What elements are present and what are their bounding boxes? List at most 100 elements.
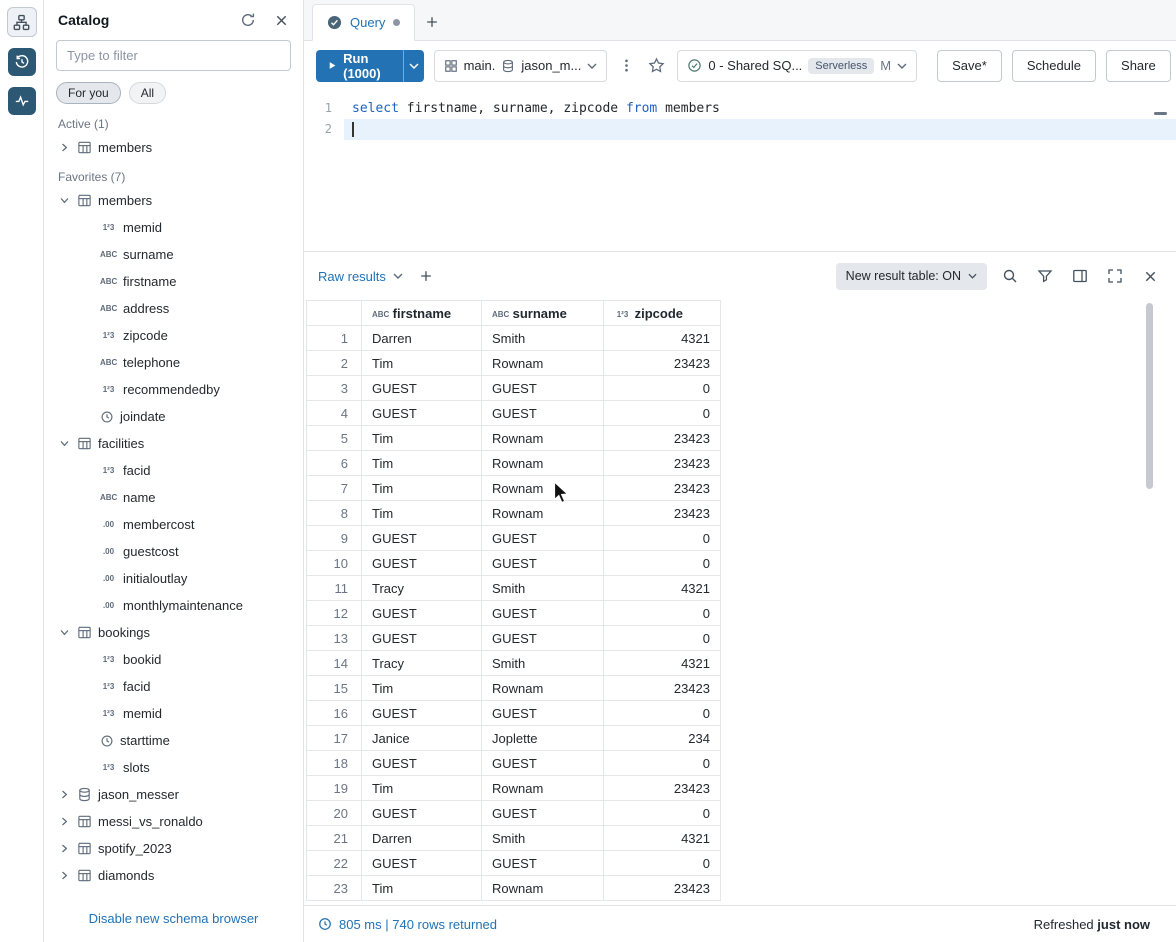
cell-firstname[interactable]: GUEST <box>362 526 482 551</box>
new-result-table-toggle[interactable]: New result table: ON <box>836 263 987 290</box>
row-number-cell[interactable]: 16 <box>307 701 362 726</box>
row-number-cell[interactable]: 6 <box>307 451 362 476</box>
chevron-right-icon[interactable] <box>58 788 71 801</box>
add-result-tab-button[interactable] <box>413 263 439 289</box>
tree-item-messi_vs_ronaldo[interactable]: messi_vs_ronaldo <box>44 808 303 835</box>
cell-firstname[interactable]: Tim <box>362 476 482 501</box>
cell-surname[interactable]: Rownam <box>482 351 604 376</box>
cell-firstname[interactable]: Tim <box>362 501 482 526</box>
tree-item-telephone[interactable]: ABCtelephone <box>44 349 303 376</box>
tree-item-initialoutlay[interactable]: .00initialoutlay <box>44 565 303 592</box>
cell-surname[interactable]: GUEST <box>482 601 604 626</box>
tree-item-memid[interactable]: 1²3memid <box>44 214 303 241</box>
cell-surname[interactable]: Rownam <box>482 676 604 701</box>
close-sidebar-button[interactable] <box>272 11 291 30</box>
cell-zipcode[interactable]: 234 <box>604 726 721 751</box>
row-number-cell[interactable]: 14 <box>307 651 362 676</box>
column-header-zipcode[interactable]: 1²3 zipcode <box>604 301 721 326</box>
row-number-cell[interactable]: 13 <box>307 626 362 651</box>
cell-surname[interactable]: Rownam <box>482 876 604 901</box>
chevron-right-icon[interactable] <box>58 842 71 855</box>
row-number-cell[interactable]: 10 <box>307 551 362 576</box>
cell-zipcode[interactable]: 23423 <box>604 876 721 901</box>
cell-firstname[interactable]: Tim <box>362 876 482 901</box>
cell-zipcode[interactable]: 0 <box>604 701 721 726</box>
cell-firstname[interactable]: GUEST <box>362 551 482 576</box>
cell-zipcode[interactable]: 0 <box>604 751 721 776</box>
cell-zipcode[interactable]: 23423 <box>604 351 721 376</box>
new-tab-button[interactable] <box>415 3 449 40</box>
row-number-cell[interactable]: 19 <box>307 776 362 801</box>
cell-surname[interactable]: GUEST <box>482 851 604 876</box>
cell-surname[interactable]: GUEST <box>482 626 604 651</box>
more-options-button[interactable] <box>617 56 636 75</box>
sql-editor[interactable]: 1 select firstname, surname, zipcode fro… <box>304 90 1176 252</box>
editor-scrollbar-thumb[interactable] <box>1154 112 1167 115</box>
pill-for-you[interactable]: For you <box>56 82 121 104</box>
cell-zipcode[interactable]: 23423 <box>604 776 721 801</box>
cell-firstname[interactable]: Darren <box>362 826 482 851</box>
tree-item-bookings[interactable]: bookings <box>44 619 303 646</box>
row-number-cell[interactable]: 20 <box>307 801 362 826</box>
tree-item-recommendedby[interactable]: 1²3recommendedby <box>44 376 303 403</box>
filter-results-button[interactable] <box>1033 264 1057 288</box>
cell-firstname[interactable]: Darren <box>362 326 482 351</box>
cell-zipcode[interactable]: 4321 <box>604 651 721 676</box>
cell-zipcode[interactable]: 23423 <box>604 501 721 526</box>
tree-item-starttime[interactable]: starttime <box>44 727 303 754</box>
row-number-cell[interactable]: 7 <box>307 476 362 501</box>
row-number-cell[interactable]: 23 <box>307 876 362 901</box>
cell-firstname[interactable]: GUEST <box>362 401 482 426</box>
cell-firstname[interactable]: Tim <box>362 776 482 801</box>
run-options-button[interactable] <box>403 50 423 82</box>
row-number-cell[interactable]: 1 <box>307 326 362 351</box>
tree-item-name[interactable]: ABCname <box>44 484 303 511</box>
cell-surname[interactable]: Rownam <box>482 426 604 451</box>
cell-firstname[interactable]: GUEST <box>362 751 482 776</box>
cell-firstname[interactable]: Janice <box>362 726 482 751</box>
chevron-right-icon[interactable] <box>58 815 71 828</box>
cell-zipcode[interactable]: 23423 <box>604 676 721 701</box>
cell-zipcode[interactable]: 0 <box>604 801 721 826</box>
row-number-cell[interactable]: 4 <box>307 401 362 426</box>
cell-zipcode[interactable]: 0 <box>604 526 721 551</box>
row-number-cell[interactable]: 3 <box>307 376 362 401</box>
cell-zipcode[interactable]: 4321 <box>604 326 721 351</box>
query-history-rail-button[interactable] <box>8 48 36 76</box>
save-button[interactable]: Save* <box>937 50 1002 82</box>
schedule-button[interactable]: Schedule <box>1012 50 1096 82</box>
cell-surname[interactable]: Smith <box>482 326 604 351</box>
catalog-schema-selector[interactable]: main. jason_m... <box>434 50 608 82</box>
results-scrollbar-thumb[interactable] <box>1146 303 1153 489</box>
cell-firstname[interactable]: GUEST <box>362 601 482 626</box>
tree-item-jason_messer[interactable]: jason_messer <box>44 781 303 808</box>
cell-firstname[interactable]: Tracy <box>362 576 482 601</box>
cell-firstname[interactable]: Tim <box>362 451 482 476</box>
row-number-cell[interactable]: 22 <box>307 851 362 876</box>
tree-item-surname[interactable]: ABCsurname <box>44 241 303 268</box>
tree-item-memid[interactable]: 1²3memid <box>44 700 303 727</box>
column-header-surname[interactable]: ABC surname <box>482 301 604 326</box>
side-panel-button[interactable] <box>1068 264 1092 288</box>
raw-results-tab[interactable]: Raw results <box>318 269 403 284</box>
cell-surname[interactable]: GUEST <box>482 701 604 726</box>
cell-firstname[interactable]: Tim <box>362 351 482 376</box>
share-button[interactable]: Share <box>1106 50 1171 82</box>
row-number-cell[interactable]: 11 <box>307 576 362 601</box>
cell-zipcode[interactable]: 0 <box>604 376 721 401</box>
cell-surname[interactable]: GUEST <box>482 401 604 426</box>
row-number-cell[interactable]: 18 <box>307 751 362 776</box>
row-number-cell[interactable]: 2 <box>307 351 362 376</box>
cell-zipcode[interactable]: 0 <box>604 851 721 876</box>
refresh-button[interactable] <box>238 10 258 30</box>
tree-item-bookid[interactable]: 1²3bookid <box>44 646 303 673</box>
row-number-cell[interactable]: 12 <box>307 601 362 626</box>
cell-surname[interactable]: GUEST <box>482 551 604 576</box>
tab-query[interactable]: Query <box>312 4 415 41</box>
cell-surname[interactable]: GUEST <box>482 526 604 551</box>
row-number-cell[interactable]: 21 <box>307 826 362 851</box>
disable-schema-browser-link[interactable]: Disable new schema browser <box>89 911 259 926</box>
chevron-down-icon[interactable] <box>58 437 71 450</box>
filter-input[interactable] <box>56 40 291 71</box>
cell-firstname[interactable]: Tim <box>362 426 482 451</box>
